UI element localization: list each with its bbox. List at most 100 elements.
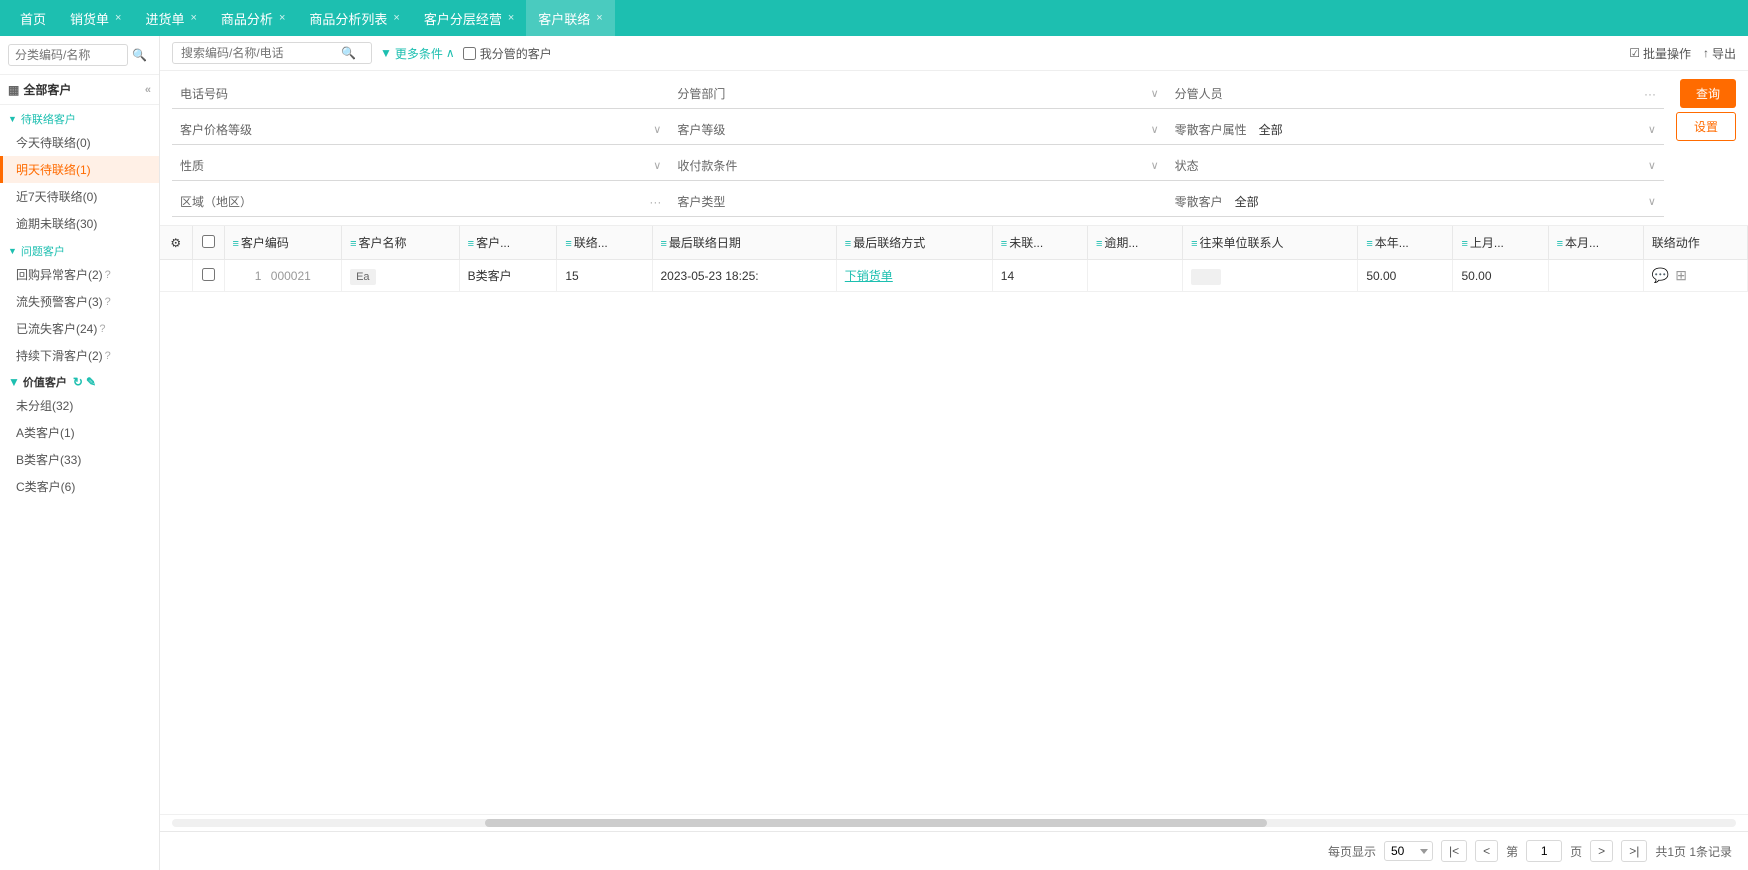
export-icon: ↑ — [1703, 46, 1709, 60]
last-method-link[interactable]: 下销货单 — [845, 269, 893, 283]
batch-op-button[interactable]: ☑ 批量操作 — [1629, 45, 1691, 62]
sort-icon: ≡ — [1461, 238, 1467, 250]
filter-customer-level[interactable]: 客户等级 ∨ — [669, 115, 1166, 145]
nav-product-analysis[interactable]: 商品分析 × — [209, 0, 297, 36]
sidebar-item-declining[interactable]: 持续下滑客户(2) ? — [0, 342, 159, 369]
price-level-label: 客户价格等级 — [180, 121, 252, 138]
row-checkbox-cell[interactable] — [192, 260, 224, 292]
customer-level-label: 客户等级 — [677, 121, 725, 138]
sidebar-item-class-b[interactable]: B类客户(33) — [0, 446, 159, 473]
chevron-icon: ∧ — [446, 46, 455, 60]
chevron-down-icon: ∨ — [1648, 159, 1656, 172]
close-icon[interactable]: × — [596, 12, 602, 24]
row-type: B类客户 — [459, 260, 557, 292]
sidebar-item-class-a[interactable]: A类客户(1) — [0, 419, 159, 446]
checkbox-icon: ☑ — [1629, 46, 1640, 60]
page-input[interactable] — [1526, 840, 1562, 862]
select-all-checkbox[interactable] — [202, 235, 215, 248]
filter-payment[interactable]: 收付款条件 ∨ — [669, 151, 1166, 181]
close-icon[interactable]: × — [508, 12, 514, 24]
filter-phone: 电话号码 — [172, 79, 669, 109]
sidebar-item-today[interactable]: 今天待联络(0) — [0, 129, 159, 156]
sort-icon: ≡ — [845, 238, 851, 250]
qrcode-icon[interactable]: ⊞ — [1675, 267, 1687, 284]
first-page-button[interactable]: |< — [1441, 840, 1467, 862]
filter-nature[interactable]: 性质 ∨ — [172, 151, 669, 181]
nav-purchase-order[interactable]: 进货单 × — [133, 0, 208, 36]
search-input[interactable] — [181, 46, 341, 60]
sidebar-all-customers[interactable]: ▦ 全部客户 « — [0, 75, 159, 105]
close-icon[interactable]: × — [393, 12, 399, 24]
sidebar-item-churn-warning[interactable]: 流失预警客户(3) ? — [0, 288, 159, 315]
filter-retail-customer[interactable]: 零散客户 全部 ∨ — [1167, 187, 1664, 217]
per-page-select[interactable]: 50 100 200 — [1384, 841, 1433, 861]
sidebar-item-tomorrow[interactable]: 明天待联络(1) — [0, 156, 159, 183]
close-icon[interactable]: × — [279, 12, 285, 24]
horizontal-scrollbar[interactable] — [172, 819, 1736, 827]
advanced-filter: 电话号码 分管部门 ∨ 分管人员 ··· — [160, 71, 1748, 226]
sidebar-item-repurchase-abnormal[interactable]: 回购异常客户(2) ? — [0, 261, 159, 288]
col-type: ≡客户... — [459, 226, 557, 260]
query-button[interactable]: 查询 — [1680, 79, 1736, 108]
close-icon[interactable]: × — [190, 12, 196, 24]
collapse-icon[interactable]: « — [145, 84, 151, 96]
filter-retail-attr[interactable]: 零散客户属性 全部 ∨ — [1167, 115, 1664, 145]
refresh-icon[interactable]: ↻ — [73, 375, 83, 389]
export-button[interactable]: ↑ 导出 — [1703, 45, 1736, 62]
scrollbar-thumb[interactable] — [485, 819, 1267, 827]
filter-row-3: 性质 ∨ 收付款条件 ∨ 状态 ∨ — [172, 151, 1664, 181]
section-dot: ▼ — [8, 375, 20, 389]
nav-customer-stratification[interactable]: 客户分层经营 × — [412, 0, 526, 36]
filter-customer-type[interactable]: 客户类型 — [669, 187, 1166, 217]
content-area: 🔍 ▼ 更多条件 ∧ 我分管的客户 ☑ 批量操作 ↑ 导出 — [160, 36, 1748, 870]
right-actions: ☑ 批量操作 ↑ 导出 — [1629, 45, 1736, 62]
my-customers-toggle[interactable]: 我分管的客户 — [463, 45, 552, 62]
sidebar-item-7days[interactable]: 近7天待联络(0) — [0, 183, 159, 210]
sidebar-item-unclassified[interactable]: 未分组(32) — [0, 392, 159, 419]
nav-customer-contact[interactable]: 客户联络 × — [526, 0, 614, 36]
chevron-down-icon: ∨ — [1648, 195, 1656, 208]
filter-dept[interactable]: 分管部门 ∨ — [669, 79, 1166, 109]
sidebar-item-class-c[interactable]: C类客户(6) — [0, 473, 159, 500]
search-icon[interactable]: 🔍 — [132, 48, 147, 62]
sidebar-search-input[interactable] — [8, 44, 128, 66]
filter-price-level[interactable]: 客户价格等级 ∨ — [172, 115, 669, 145]
batch-op-label: 批量操作 — [1643, 45, 1691, 62]
col-name: ≡客户名称 — [342, 226, 460, 260]
filter-status[interactable]: 状态 ∨ — [1167, 151, 1664, 181]
nav-home[interactable]: 首页 — [8, 0, 58, 36]
row-last-method[interactable]: 下销货单 — [836, 260, 992, 292]
filter-region[interactable]: 区域（地区） ··· — [172, 187, 669, 217]
row-checkbox[interactable] — [202, 268, 215, 281]
last-page-button[interactable]: >| — [1621, 840, 1647, 862]
table-area: ⚙ ≡客户编码 ≡客户名称 ≡客户... ≡联络... ≡最后联络日期 ≡最后联… — [160, 226, 1748, 814]
col-checkbox[interactable] — [192, 226, 224, 260]
col-gear[interactable]: ⚙ — [160, 226, 192, 260]
filter-row-1: 电话号码 分管部门 ∨ 分管人员 ··· — [172, 79, 1664, 109]
filter-person[interactable]: 分管人员 ··· — [1167, 79, 1664, 109]
sidebar-item-overdue[interactable]: 逾期未联络(30) — [0, 210, 159, 237]
nav-product-analysis-list[interactable]: 商品分析列表 × — [297, 0, 411, 36]
ellipsis-icon: ··· — [649, 195, 661, 209]
comment-icon[interactable]: 💬 — [1652, 267, 1669, 284]
page-unit: 页 — [1570, 843, 1582, 860]
next-page-button[interactable]: > — [1590, 840, 1613, 862]
search-icon[interactable]: 🔍 — [341, 46, 356, 60]
scrollbar-area — [160, 814, 1748, 831]
nav-sales-order[interactable]: 销货单 × — [58, 0, 133, 36]
chevron-down-icon: ∨ — [1151, 159, 1159, 172]
nature-label: 性质 — [180, 157, 204, 174]
settings-button[interactable]: 设置 — [1676, 112, 1736, 141]
retail-attr-value: 全部 — [1259, 121, 1283, 138]
customer-table: ⚙ ≡客户编码 ≡客户名称 ≡客户... ≡联络... ≡最后联络日期 ≡最后联… — [160, 226, 1748, 292]
row-name: Ea — [342, 260, 460, 292]
close-icon[interactable]: × — [115, 12, 121, 24]
filter-bar: 🔍 ▼ 更多条件 ∧ 我分管的客户 ☑ 批量操作 ↑ 导出 — [160, 36, 1748, 71]
edit-icon[interactable]: ✎ — [86, 375, 96, 389]
prev-page-button[interactable]: < — [1475, 840, 1498, 862]
my-customers-checkbox[interactable] — [463, 47, 476, 60]
chevron-down-icon: ∨ — [1151, 87, 1159, 100]
more-conditions-button[interactable]: ▼ 更多条件 ∧ — [380, 45, 455, 62]
sidebar-item-churned[interactable]: 已流失客户(24) ? — [0, 315, 159, 342]
chevron-down-icon: ∨ — [1648, 123, 1656, 136]
